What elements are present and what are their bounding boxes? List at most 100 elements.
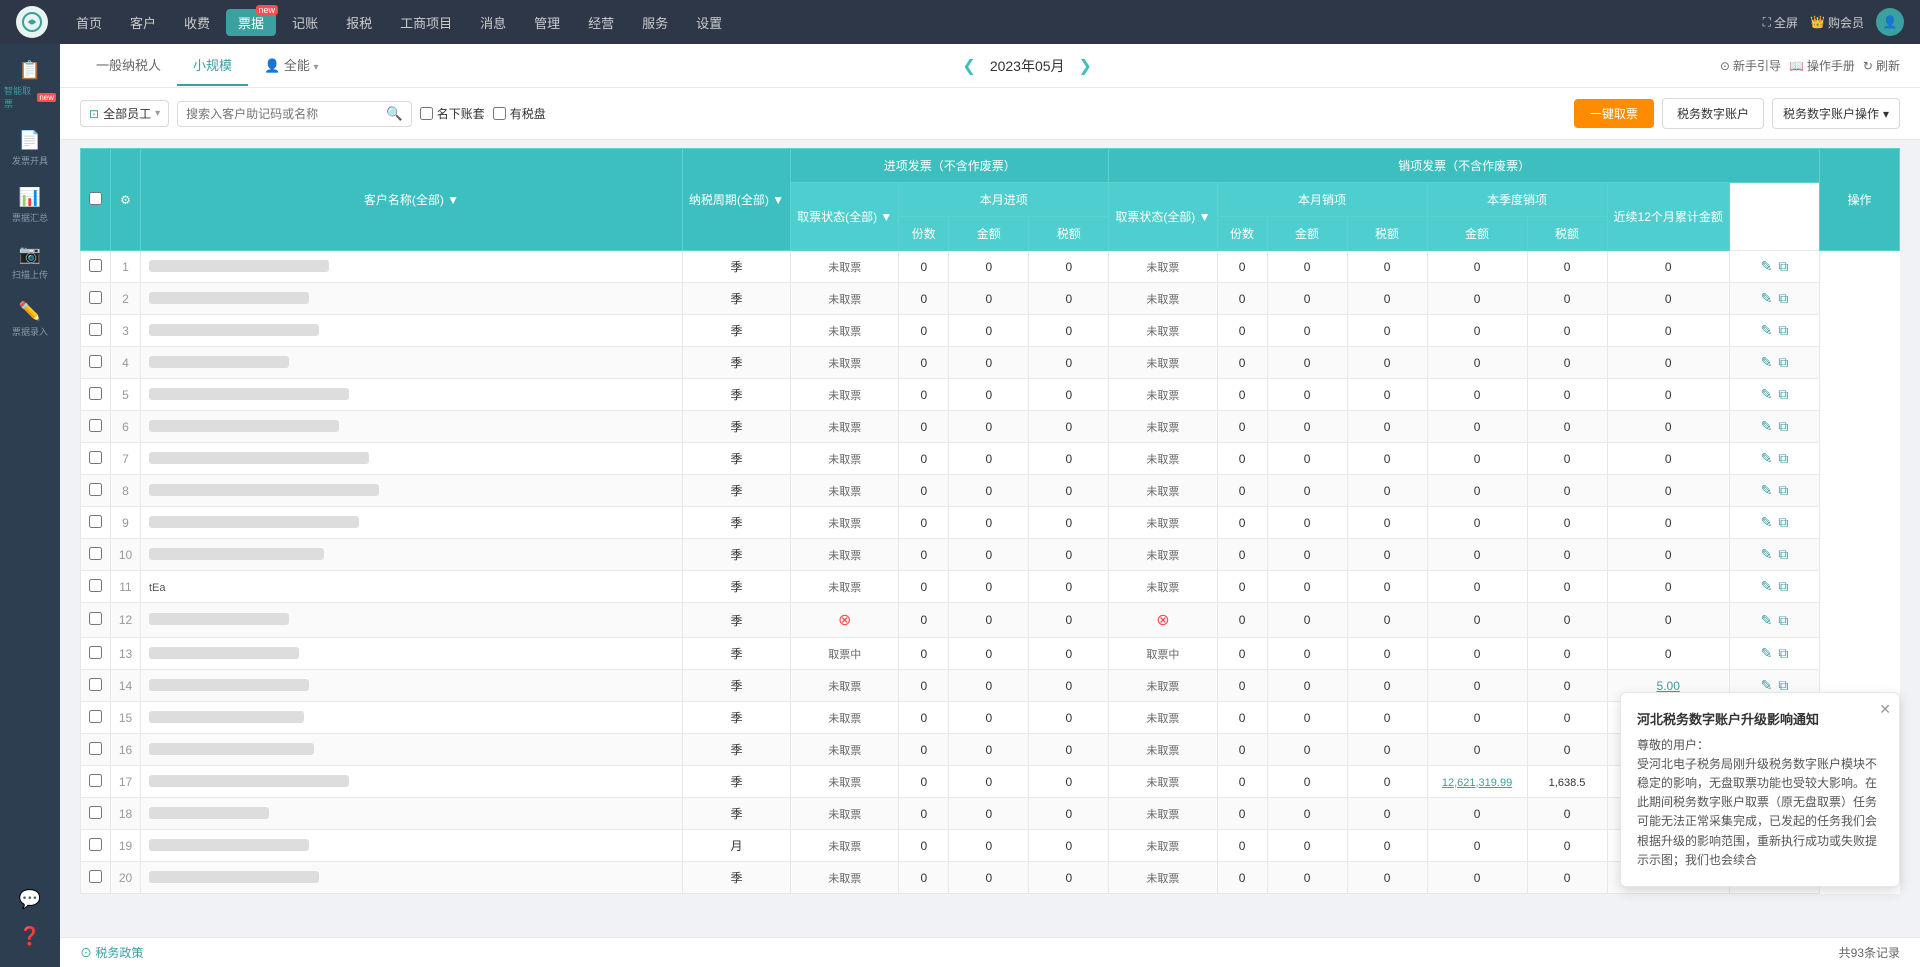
- row-checkbox[interactable]: [89, 646, 102, 659]
- copy-icon[interactable]: ⧉: [1778, 645, 1788, 662]
- edit-icon[interactable]: ✎: [1761, 645, 1773, 662]
- ledger-checkbox[interactable]: [420, 107, 433, 120]
- logo[interactable]: [16, 6, 48, 38]
- row-checkbox[interactable]: [89, 483, 102, 496]
- row-checkbox[interactable]: [89, 323, 102, 336]
- copy-icon[interactable]: ⧉: [1778, 612, 1788, 629]
- sidebar-item-smart-ticket[interactable]: 📋 智能取票 new: [0, 52, 60, 118]
- tax-digital-account-btn[interactable]: 税务数字账户: [1662, 98, 1764, 129]
- tax-policy-link[interactable]: ⊙ 税务政策: [80, 944, 143, 961]
- sidebar-item-chat[interactable]: 💬: [15, 881, 45, 918]
- copy-icon[interactable]: ⧉: [1778, 322, 1788, 339]
- q-amount-cell: 0: [1427, 862, 1527, 894]
- user-avatar[interactable]: 👤: [1876, 8, 1904, 36]
- tax-cycle-cell: 季: [682, 571, 790, 603]
- row-checkbox[interactable]: [89, 612, 102, 625]
- copy-icon[interactable]: ⧉: [1778, 546, 1788, 563]
- nav-business[interactable]: 工商项目: [388, 9, 464, 36]
- edit-icon[interactable]: ✎: [1761, 546, 1773, 563]
- row-checkbox[interactable]: [89, 355, 102, 368]
- nav-message[interactable]: 消息: [468, 9, 518, 36]
- row-checkbox[interactable]: [89, 806, 102, 819]
- edit-icon[interactable]: ✎: [1761, 578, 1773, 595]
- nav-fee[interactable]: 收费: [172, 9, 222, 36]
- tax-digital-ops-btn[interactable]: 税务数字账户操作 ▾: [1772, 98, 1900, 129]
- copy-icon[interactable]: ⧉: [1778, 418, 1788, 435]
- row-checkbox-cell: [81, 379, 111, 411]
- copy-icon[interactable]: ⧉: [1778, 386, 1788, 403]
- nav-settings[interactable]: 设置: [684, 9, 734, 36]
- edit-icon[interactable]: ✎: [1761, 418, 1773, 435]
- edit-icon[interactable]: ✎: [1761, 386, 1773, 403]
- sidebar-item-invoice-issue[interactable]: 📄 发票开具: [0, 122, 60, 175]
- copy-icon[interactable]: ⧉: [1778, 354, 1788, 371]
- row-checkbox[interactable]: [89, 451, 102, 464]
- copy-icon[interactable]: ⧉: [1778, 482, 1788, 499]
- sidebar-item-help[interactable]: ❓: [15, 918, 45, 955]
- search-button[interactable]: 🔍: [378, 102, 411, 126]
- actions-cell: ✎ ⧉: [1729, 603, 1819, 638]
- employee-select[interactable]: ⊡ 全部员工 ▾: [80, 100, 169, 127]
- row-checkbox[interactable]: [89, 547, 102, 560]
- th-in-status[interactable]: 取票状态(全部) ▼: [791, 183, 899, 251]
- copy-icon[interactable]: ⧉: [1778, 258, 1788, 275]
- nav-home[interactable]: 首页: [64, 9, 114, 36]
- row-checkbox[interactable]: [89, 259, 102, 272]
- th-out-status[interactable]: 取票状态(全部) ▼: [1109, 183, 1217, 251]
- row-checkbox[interactable]: [89, 838, 102, 851]
- fullscreen-btn[interactable]: ⛶ 全屏: [1763, 14, 1798, 31]
- row-checkbox[interactable]: [89, 678, 102, 691]
- next-month-btn[interactable]: ❯: [1073, 54, 1098, 78]
- row-checkbox[interactable]: [89, 419, 102, 432]
- edit-icon[interactable]: ✎: [1761, 450, 1773, 467]
- refresh-btn[interactable]: ↻ 刷新: [1863, 57, 1900, 74]
- notification-close-btn[interactable]: ✕: [1879, 701, 1891, 718]
- row-checkbox[interactable]: [89, 870, 102, 883]
- nav-tax[interactable]: 报税: [334, 9, 384, 36]
- row-checkbox[interactable]: [89, 774, 102, 787]
- sidebar-item-invoice-entry[interactable]: ✏️ 票据录入: [0, 293, 60, 346]
- copy-icon[interactable]: ⧉: [1778, 290, 1788, 307]
- edit-icon[interactable]: ✎: [1761, 354, 1773, 371]
- edit-icon[interactable]: ✎: [1761, 514, 1773, 531]
- sidebar-item-scan-upload[interactable]: 📷 扫描上传: [0, 236, 60, 289]
- new-guide-btn[interactable]: ⊙ 新手引导: [1720, 57, 1781, 74]
- table-row: 13 季 取票中 0 0 0 取票中 0 0 0 0 0 0 ✎ ⧉: [81, 638, 1900, 670]
- nav-manage[interactable]: 管理: [522, 9, 572, 36]
- edit-icon[interactable]: ✎: [1761, 290, 1773, 307]
- copy-icon[interactable]: ⧉: [1778, 514, 1788, 531]
- tab-small-scale[interactable]: 小规模: [177, 45, 248, 86]
- manual-btn[interactable]: 📖 操作手册: [1789, 57, 1855, 74]
- row-checkbox[interactable]: [89, 579, 102, 592]
- row-checkbox[interactable]: [89, 515, 102, 528]
- edit-icon[interactable]: ✎: [1761, 258, 1773, 275]
- th-tax-cycle[interactable]: 纳税周期(全部) ▼: [682, 149, 790, 251]
- edit-icon[interactable]: ✎: [1761, 612, 1773, 629]
- tax-disk-checkbox-label[interactable]: 有税盘: [493, 105, 546, 122]
- th-client-name[interactable]: 客户名称(全部) ▼: [141, 149, 683, 251]
- tab-all[interactable]: 👤 全能 ▾: [248, 45, 334, 86]
- nav-invoice[interactable]: 票据 new: [226, 9, 276, 36]
- select-all-checkbox[interactable]: [89, 192, 102, 205]
- one-click-ticket-btn[interactable]: 一键取票: [1574, 99, 1654, 128]
- row-checkbox[interactable]: [89, 387, 102, 400]
- copy-icon[interactable]: ⧉: [1778, 578, 1788, 595]
- nav-service[interactable]: 服务: [630, 9, 680, 36]
- row-checkbox-cell: [81, 638, 111, 670]
- nav-accounting[interactable]: 记账: [280, 9, 330, 36]
- ledger-checkbox-label[interactable]: 名下账套: [420, 105, 485, 122]
- edit-icon[interactable]: ✎: [1761, 322, 1773, 339]
- row-checkbox[interactable]: [89, 710, 102, 723]
- member-btn[interactable]: 👑 购会员: [1810, 14, 1864, 31]
- tax-disk-checkbox[interactable]: [493, 107, 506, 120]
- row-checkbox[interactable]: [89, 742, 102, 755]
- sidebar-item-invoice-summary[interactable]: 📊 票据汇总: [0, 179, 60, 232]
- copy-icon[interactable]: ⧉: [1778, 450, 1788, 467]
- row-checkbox[interactable]: [89, 291, 102, 304]
- nav-operations[interactable]: 经营: [576, 9, 626, 36]
- edit-icon[interactable]: ✎: [1761, 482, 1773, 499]
- prev-month-btn[interactable]: ❮: [956, 54, 981, 78]
- nav-customer[interactable]: 客户: [118, 9, 168, 36]
- tab-general-taxpayer[interactable]: 一般纳税人: [80, 45, 177, 86]
- search-input[interactable]: [178, 103, 378, 125]
